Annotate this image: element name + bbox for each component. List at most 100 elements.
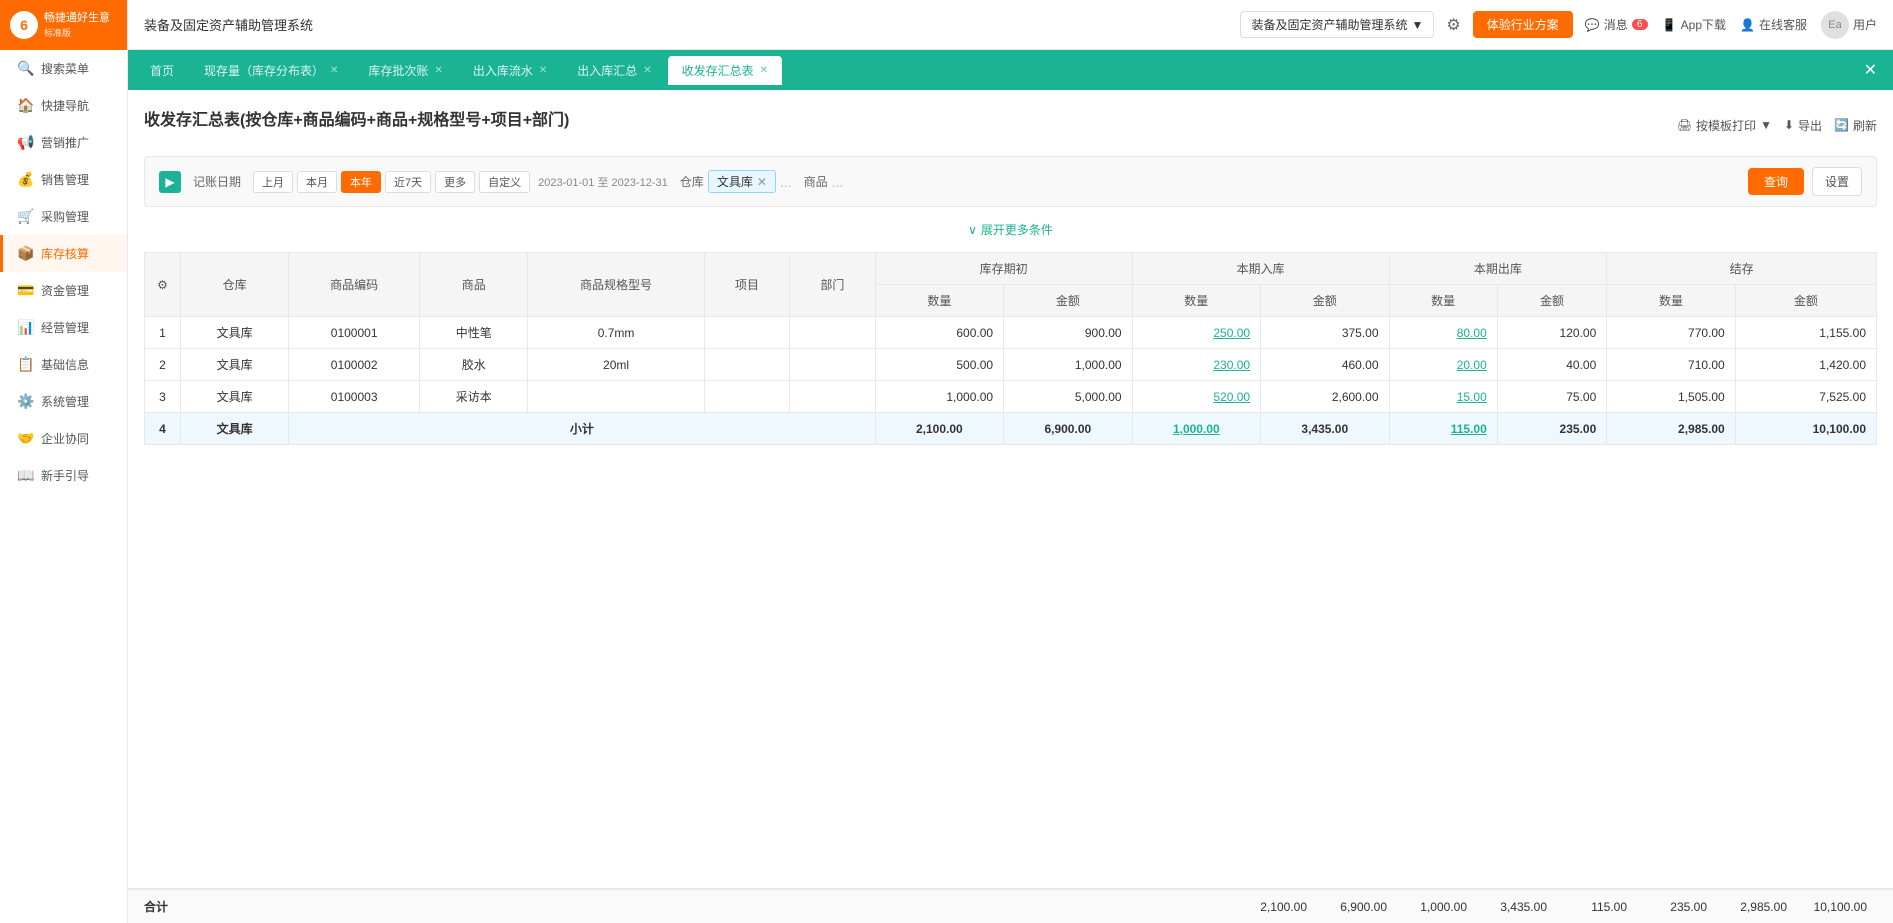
query-btn[interactable]: 查询	[1748, 168, 1804, 195]
tab-recv-send-summary[interactable]: 收发存汇总表 ✕	[668, 56, 782, 85]
row1-project	[704, 317, 789, 349]
subtotal-in-amt: 3,435.00	[1261, 413, 1389, 445]
sidebar-item-marketing[interactable]: 📢 营销推广	[0, 124, 127, 161]
expand-more-btn[interactable]: ∨ 展开更多条件	[964, 217, 1057, 242]
row1-warehouse: 文具库	[181, 317, 289, 349]
row1-in-qty[interactable]: 250.00	[1132, 317, 1260, 349]
product-dots[interactable]: ...	[832, 174, 844, 190]
sidebar-item-system[interactable]: ⚙️ 系统管理	[0, 383, 127, 420]
subtotal-out-amt: 235.00	[1497, 413, 1606, 445]
user-action[interactable]: Ea 用户	[1821, 11, 1877, 39]
row1-out-qty[interactable]: 80.00	[1389, 317, 1497, 349]
tab-close-all[interactable]: ✕	[1856, 60, 1885, 80]
tab-recv-send-summary-close[interactable]: ✕	[760, 65, 768, 76]
sidebar-item-sales[interactable]: 💰 销售管理	[0, 161, 127, 198]
tab-inout-summary[interactable]: 出入库汇总 ✕	[563, 56, 665, 85]
settings-icon[interactable]: ⚙	[1446, 15, 1460, 35]
tab-batch[interactable]: 库存批次账 ✕	[354, 56, 456, 85]
table-row: 3 文具库 0100003 采访本 1,000.00 5,000.00 520.…	[145, 381, 1877, 413]
subtotal-out-qty[interactable]: 115.00	[1389, 413, 1497, 445]
app-download-action[interactable]: 📱 App下载	[1662, 16, 1726, 33]
sidebar-item-search[interactable]: 🔍 搜索菜单	[0, 50, 127, 87]
tab-inout-flow-close[interactable]: ✕	[539, 65, 547, 76]
date-btn-custom[interactable]: 自定义	[479, 171, 530, 193]
refresh-btn[interactable]: 🔄 刷新	[1834, 117, 1877, 134]
total-close-amt: 10,100.00	[1797, 900, 1877, 914]
app-logo: 6 畅捷通好生意 标准版	[0, 0, 127, 50]
tab-inout-flow[interactable]: 出入库流水 ✕	[459, 56, 561, 85]
export-btn[interactable]: ⬇ 导出	[1784, 117, 1822, 134]
total-out-qty: 115.00	[1557, 900, 1637, 914]
tab-inventory-dist[interactable]: 现存量（库存分布表） ✕	[190, 56, 352, 85]
row2-open-amt: 1,000.00	[1004, 349, 1132, 381]
date-btn-this-month[interactable]: 本月	[297, 171, 337, 193]
sidebar-item-inventory[interactable]: 📦 库存核算	[0, 235, 127, 272]
sidebar-item-purchase[interactable]: 🛒 采购管理	[0, 198, 127, 235]
sidebar-item-label: 销售管理	[41, 171, 89, 188]
tab-inventory-dist-close[interactable]: ✕	[330, 65, 338, 76]
sidebar-item-quicknav[interactable]: 🏠 快捷导航	[0, 87, 127, 124]
date-btn-7days[interactable]: 近7天	[385, 171, 431, 193]
print-icon: 🖨	[1677, 118, 1692, 132]
warehouse-filter: 仓库 文具库 ✕ ...	[680, 170, 792, 193]
service-icon: 👤	[1740, 18, 1755, 32]
warehouse-dots[interactable]: ...	[780, 174, 792, 190]
filter-expand-btn[interactable]: ▶	[159, 171, 181, 193]
date-btn-last-month[interactable]: 上月	[253, 171, 293, 193]
col-in-amt-header: 金额	[1261, 285, 1389, 317]
col-product-spec-header: 商品规格型号	[528, 253, 704, 317]
warehouse-tag-text: 文具库	[717, 173, 753, 190]
top-header: 装备及固定资产辅助管理系统 装备及固定资产辅助管理系统 ▼ ⚙ 体验行业方案 💬…	[128, 0, 1893, 50]
warehouse-label: 仓库	[680, 173, 704, 190]
sidebar-item-finance[interactable]: 💳 资金管理	[0, 272, 127, 309]
online-service-action[interactable]: 👤 在线客服	[1740, 16, 1807, 33]
dropdown-label: 装备及固定资产辅助管理系统	[1251, 16, 1407, 33]
table-row: 2 文具库 0100002 胶水 20ml 500.00 1,000.00 23…	[145, 349, 1877, 381]
row3-out-qty[interactable]: 15.00	[1389, 381, 1497, 413]
total-label: 合计	[144, 898, 168, 915]
app-download-label: App下载	[1681, 16, 1726, 33]
tab-batch-close[interactable]: ✕	[434, 65, 442, 76]
row3-close-amt: 7,525.00	[1735, 381, 1876, 413]
footer-bar: 合计 2,100.00 6,900.00 1,000.00 3,435.00 1…	[128, 888, 1893, 923]
subtotal-in-qty[interactable]: 1,000.00	[1132, 413, 1260, 445]
footer-values: 2,100.00 6,900.00 1,000.00 3,435.00 115.…	[188, 900, 1877, 914]
page-content: 收发存汇总表(按仓库+商品编码+商品+规格型号+项目+部门) 🖨 按模板打印 ▼…	[128, 90, 1893, 888]
sidebar-item-collab[interactable]: 🤝 企业协同	[0, 420, 127, 457]
experience-btn[interactable]: 体验行业方案	[1473, 11, 1573, 38]
row3-in-qty[interactable]: 520.00	[1132, 381, 1260, 413]
warehouse-tag[interactable]: 文具库 ✕	[708, 170, 776, 193]
row2-in-qty[interactable]: 230.00	[1132, 349, 1260, 381]
sidebar-item-label: 库存核算	[41, 245, 89, 262]
row1-out-amt: 120.00	[1497, 317, 1606, 349]
print-btn[interactable]: 🖨 按模板打印 ▼	[1677, 117, 1772, 134]
row1-code: 0100001	[289, 317, 420, 349]
sidebar-item-label: 基础信息	[41, 356, 89, 373]
sidebar-item-guide[interactable]: 📖 新手引导	[0, 457, 127, 494]
system-dropdown[interactable]: 装备及固定资产辅助管理系统 ▼	[1240, 11, 1434, 38]
tab-home[interactable]: 首页	[136, 56, 188, 85]
row2-out-qty[interactable]: 20.00	[1389, 349, 1497, 381]
row3-dept	[790, 381, 875, 413]
warehouse-tag-close[interactable]: ✕	[757, 175, 767, 189]
notification-badge: 6	[1632, 19, 1648, 30]
total-close-qty: 2,985.00	[1717, 900, 1797, 914]
col-settings[interactable]: ⚙	[145, 253, 181, 317]
marketing-icon: 📢	[17, 134, 33, 151]
row2-close-qty: 710.00	[1607, 349, 1735, 381]
logo-title: 畅捷通好生意	[44, 11, 110, 25]
sidebar-item-label: 资金管理	[41, 282, 89, 299]
sidebar-item-operation[interactable]: 📊 经营管理	[0, 309, 127, 346]
date-btn-this-year[interactable]: 本年	[341, 171, 381, 193]
notification-label: 消息	[1604, 16, 1628, 33]
tab-inout-summary-close[interactable]: ✕	[643, 65, 651, 76]
col-warehouse-header: 仓库	[181, 253, 289, 317]
col-in-group-header: 本期入库	[1132, 253, 1389, 285]
notification-action[interactable]: 💬 消息 6	[1585, 16, 1648, 33]
sidebar-item-basicinfo[interactable]: 📋 基础信息	[0, 346, 127, 383]
row3-open-amt: 5,000.00	[1004, 381, 1132, 413]
date-btn-more[interactable]: 更多	[435, 171, 475, 193]
filter-settings-btn[interactable]: 设置	[1812, 167, 1862, 196]
subtotal-open-amt: 6,900.00	[1004, 413, 1132, 445]
filter-bar: ▶ 记账日期 上月 本月 本年 近7天 更多 自定义 2023-01-01 至 …	[144, 156, 1877, 207]
